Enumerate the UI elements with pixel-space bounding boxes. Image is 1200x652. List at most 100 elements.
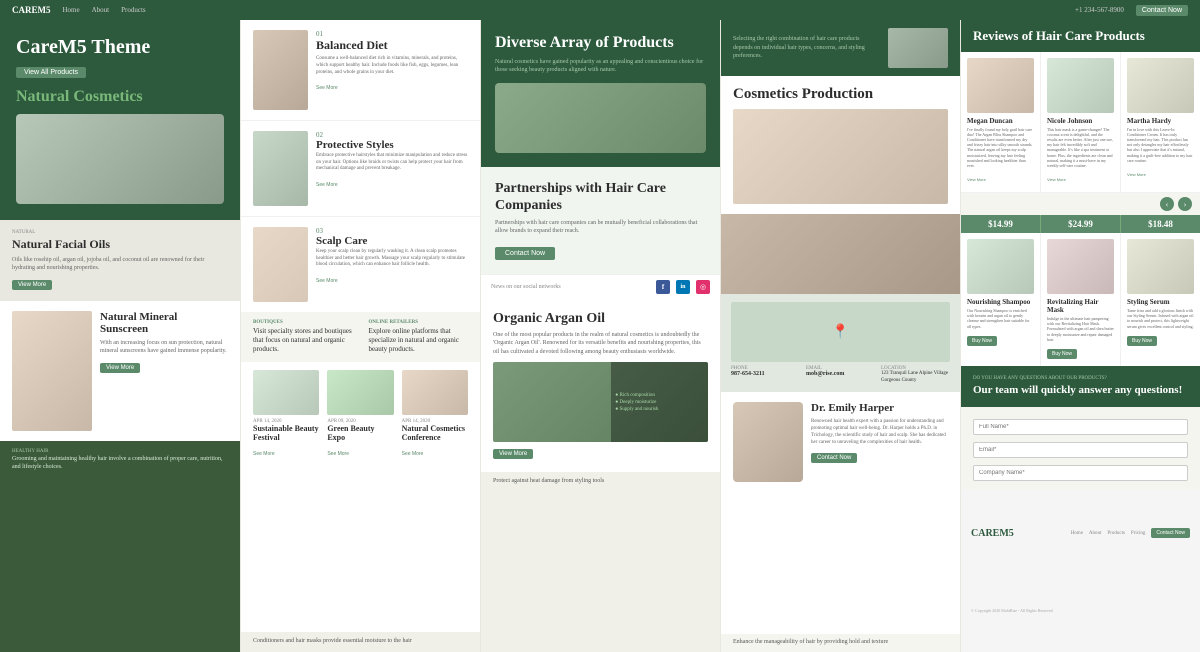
product-cards: Nourishing Shampoo Our Nourishing Shampo… xyxy=(961,233,1200,366)
next-page-button[interactable]: › xyxy=(1178,197,1192,211)
martha-name: Martha Hardy xyxy=(1127,117,1194,125)
location-value: 123 Tranquil Lane Alpine Village Gorgeou… xyxy=(881,371,950,384)
linkedin-icon[interactable]: in xyxy=(676,280,690,294)
martha-view-more-button[interactable]: View More xyxy=(1127,172,1146,177)
prev-page-button[interactable]: ‹ xyxy=(1160,197,1174,211)
enhance-section: Enhance the manageability of hair by pro… xyxy=(721,634,960,652)
contact-form-section xyxy=(961,407,1200,489)
hero-image xyxy=(16,114,224,204)
email-input[interactable] xyxy=(973,442,1188,458)
partner-contact-button[interactable]: Contact Now xyxy=(495,247,555,260)
nav-link-home[interactable]: Home xyxy=(63,6,80,14)
protect-text: Protect against heat damage from styling… xyxy=(493,478,708,486)
conf-see-more-button[interactable]: See More xyxy=(402,451,424,457)
footer-link-products[interactable]: Products xyxy=(1107,531,1125,536)
protective-text: Embrace protective hairstyles that minim… xyxy=(316,153,468,173)
online-label: ONLINE RETAILERS xyxy=(369,320,469,325)
shampoo-name: Nourishing Shampoo xyxy=(967,298,1034,306)
email-value: mob@rise.com xyxy=(806,371,875,377)
footer-link-about[interactable]: About xyxy=(1089,531,1102,536)
diverse-array-section: Diverse Array of Products Natural cosmet… xyxy=(481,20,720,167)
protective-styles-section: 02 Protective Styles Embrace protective … xyxy=(241,120,480,216)
team-title: Our team will quickly answer any questio… xyxy=(973,384,1188,397)
footer-link-pricing[interactable]: Pricing xyxy=(1131,531,1145,536)
location-info: LOCATION 123 Tranquil Lane Alpine Villag… xyxy=(881,366,950,384)
enhance-text: Enhance the manageability of hair by pro… xyxy=(733,639,948,647)
prices-row: $14.99 $24.99 $18.48 xyxy=(961,215,1200,233)
phone-info: PHONE 987-654-3211 xyxy=(731,366,800,384)
sustainable-see-more-button[interactable]: See More xyxy=(253,451,275,457)
facebook-icon[interactable]: f xyxy=(656,280,670,294)
boutiques-section: BOUTIQUES Visit specialty stores and bou… xyxy=(253,320,353,354)
facial-oils-section: Natural Natural Facial Oils Oils like ro… xyxy=(0,220,240,301)
header-info-section: Selecting the right combination of hair … xyxy=(721,20,960,76)
sustainable-event: APR 14, 2020 Sustainable Beauty Festival… xyxy=(253,370,319,624)
scalp-text: Keep your scalp clean by regularly washi… xyxy=(316,249,468,269)
conf-title: Natural Cosmetics Conference xyxy=(402,424,468,442)
hero-title: CareM5 Theme xyxy=(16,36,224,59)
conditioners-text: Conditioners and hair masks provide esse… xyxy=(253,638,468,646)
emily-contact-button[interactable]: Contact Now xyxy=(811,453,857,463)
nicole-view-more-button[interactable]: View More xyxy=(1047,177,1066,182)
facial-view-more-button[interactable]: View More xyxy=(12,280,52,290)
sunscreen-view-more-button[interactable]: View More xyxy=(100,363,140,373)
argan-oil-section: Organic Argan Oil One of the most popula… xyxy=(481,299,720,472)
natural-conf-event: APR 14, 2020 Natural Cosmetics Conferenc… xyxy=(402,370,468,624)
boutiques-title: Visit specialty stores and boutiques tha… xyxy=(253,327,353,354)
partner-title: Partnerships with Hair Care Companies xyxy=(495,181,706,215)
megan-view-more-button[interactable]: View More xyxy=(967,177,986,182)
healthy-text: Grooming and maintaining healthy hair in… xyxy=(12,456,228,472)
cosmetics-image xyxy=(733,109,948,204)
scalp-see-more-button[interactable]: See More xyxy=(316,278,338,284)
company-input[interactable] xyxy=(973,465,1188,481)
boutiques-label: BOUTIQUES xyxy=(253,320,353,325)
nicole-review: This hair mask is a game-changer! The co… xyxy=(1047,127,1114,169)
instagram-icon[interactable]: ◎ xyxy=(696,280,710,294)
serum-buy-button[interactable]: Buy Now xyxy=(1127,336,1157,346)
nav-link-about[interactable]: About xyxy=(92,6,110,14)
footer-contact-button[interactable]: Contact Now xyxy=(1151,528,1190,538)
revitalizing-mask-card: Revitalizing Hair Mask Indulge in the ul… xyxy=(1041,233,1121,366)
balanced-see-more-button[interactable]: See More xyxy=(316,85,338,91)
phone-value: 987-654-3211 xyxy=(731,371,800,377)
megan-review: I've finally found my holy grail hair ca… xyxy=(967,127,1034,169)
price-nourishing: $14.99 xyxy=(961,215,1041,233)
pagination-row: ‹ › xyxy=(961,193,1200,215)
column-4: Selecting the right combination of hair … xyxy=(720,20,960,652)
green-see-more-button[interactable]: See More xyxy=(327,451,349,457)
green-event: APR 09, 2020 Green Beauty Expo See More xyxy=(327,370,393,624)
conditioners-section: Conditioners and hair masks provide esse… xyxy=(241,632,480,652)
view-all-products-button[interactable]: View All Products xyxy=(16,67,86,78)
diverse-text: Natural cosmetics have gained popularity… xyxy=(495,58,706,75)
shampoo-image xyxy=(967,239,1034,294)
footer-logo: CAREM5 xyxy=(971,528,1014,539)
nav-phone: +1 234-567-8900 xyxy=(1075,6,1124,14)
reviewer-cards: Megan Duncan I've finally found my holy … xyxy=(961,52,1200,194)
header-image xyxy=(888,28,948,68)
protective-see-more-button[interactable]: See More xyxy=(316,182,338,188)
online-retailers-section: ONLINE RETAILERS Explore online platform… xyxy=(369,320,469,354)
column-1: CareM5 Theme View All Products Natural C… xyxy=(0,20,240,652)
facial-label: Natural xyxy=(12,230,228,235)
protective-num: 02 xyxy=(316,131,468,139)
styling-serum-card: Styling Serum Tame frizz and add a glori… xyxy=(1121,233,1200,366)
reviewer-martha: Martha Hardy I'm in love with this Leave… xyxy=(1121,52,1200,193)
argan-view-more-button[interactable]: View More xyxy=(493,449,533,459)
nav-contact-button[interactable]: Contact Now xyxy=(1136,5,1188,16)
serum-name: Styling Serum xyxy=(1127,298,1194,306)
argan-title: Organic Argan Oil xyxy=(493,311,708,327)
column-2: 01 Balanced Diet Consume a well-balanced… xyxy=(240,20,480,652)
sunscreen-title: Natural Mineral Sunscreen xyxy=(100,311,228,335)
facial-text: Oils like rosehip oil, argan oil, jojoba… xyxy=(12,256,228,273)
nav-link-products[interactable]: Products xyxy=(121,6,146,14)
footer-link-home[interactable]: Home xyxy=(1071,531,1083,536)
map-pin-icon: 📍 xyxy=(832,324,849,341)
full-name-input[interactable] xyxy=(973,419,1188,435)
mask-buy-button[interactable]: Buy Now xyxy=(1047,349,1077,359)
shampoo-buy-button[interactable]: Buy Now xyxy=(967,336,997,346)
reviews-title: Reviews of Hair Care Products xyxy=(973,28,1188,44)
cosmetics-title: Cosmetics Production xyxy=(733,86,948,103)
sunscreen-image xyxy=(12,311,92,431)
shampoo-text: Our Nourishing Shampoo is enriched with … xyxy=(967,308,1034,329)
martha-review: I'm in love with this Leave-In Condition… xyxy=(1127,127,1194,163)
